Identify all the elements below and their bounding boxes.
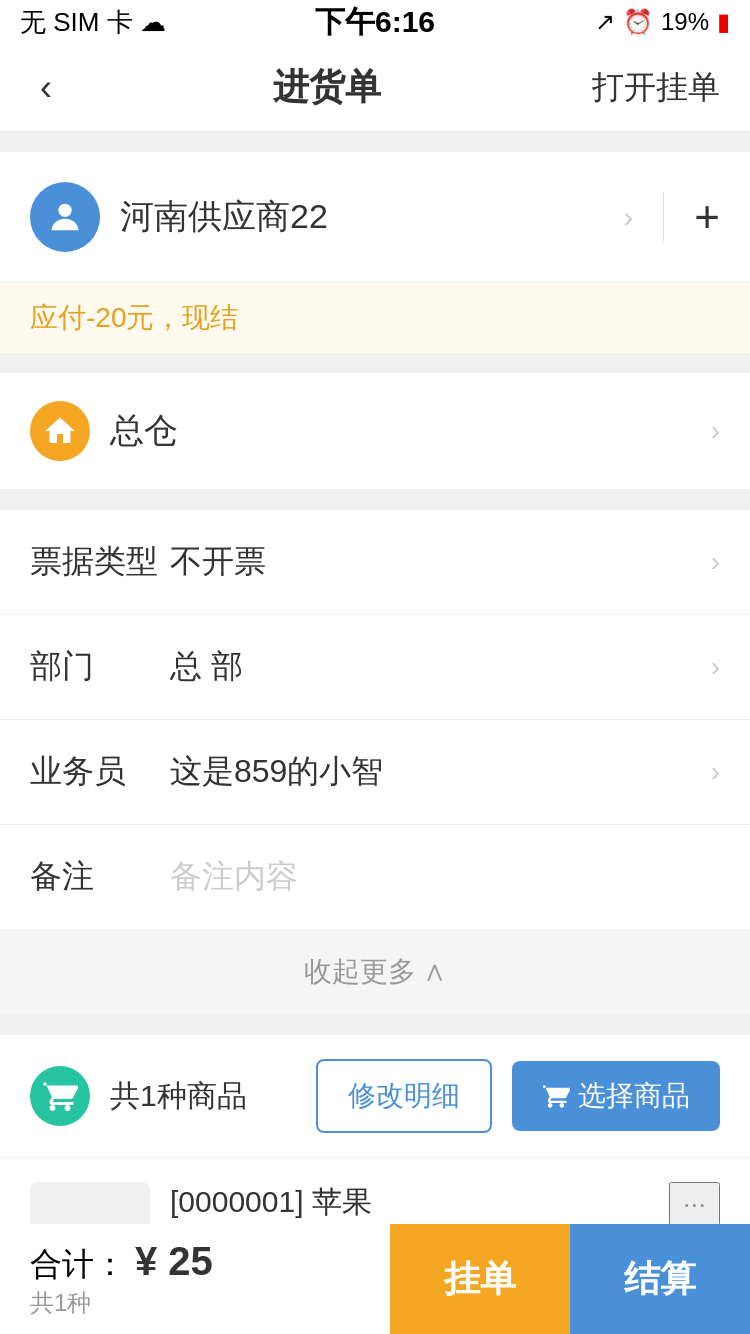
salesperson-label: 业务员: [30, 750, 170, 794]
total-label: 合计：: [30, 1246, 126, 1282]
gap-1: [0, 132, 750, 152]
supplier-name: 河南供应商22: [120, 194, 623, 240]
supplier-section: 河南供应商22 › + 应付-20元，现结: [0, 152, 750, 353]
salesperson-chevron-icon: ›: [711, 756, 720, 788]
total-row: 合计： ¥ 25: [30, 1239, 360, 1287]
cart-icon: [42, 1078, 78, 1114]
warehouse-section: 总仓 ›: [0, 373, 750, 489]
hang-button[interactable]: 挂单: [390, 1224, 570, 1334]
open-pending-button[interactable]: 打开挂单: [592, 66, 720, 110]
svg-point-0: [58, 204, 71, 217]
product-code: [0000001]: [170, 1185, 312, 1218]
form-section: 票据类型 不开票 › 部门 总 部 › 业务员 这是859的小智 › 备注 备注…: [0, 509, 750, 929]
status-time: 下午6:16: [315, 2, 435, 43]
notes-placeholder: 备注内容: [170, 855, 720, 899]
collapse-bar[interactable]: 收起更多 ∧: [0, 929, 750, 1015]
invoice-value: 不开票: [170, 540, 711, 584]
select-product-button[interactable]: 选择商品: [512, 1061, 720, 1131]
select-product-label: 选择商品: [578, 1077, 690, 1115]
supplier-avatar: [30, 182, 100, 252]
warehouse-row[interactable]: 总仓 ›: [0, 373, 750, 489]
total-section: 合计： ¥ 25 共1种: [0, 1224, 390, 1334]
product-more-button[interactable]: ···: [669, 1182, 720, 1226]
person-icon: [45, 197, 85, 237]
notes-label: 备注: [30, 855, 170, 899]
status-right: ↗ ⏰ 19% ▮: [595, 8, 730, 36]
product-header: 共1种商品 修改明细 选择商品: [0, 1035, 750, 1157]
warehouse-name: 总仓: [110, 408, 711, 454]
status-left: 无 SIM 卡 ☁: [20, 5, 166, 40]
product-count-icon: [30, 1066, 90, 1126]
edit-detail-button[interactable]: 修改明细: [316, 1059, 492, 1133]
alarm-icon: ⏰: [623, 8, 653, 36]
product-name: [0000001] 苹果: [170, 1182, 649, 1223]
info-banner: 应付-20元，现结: [0, 283, 750, 353]
gap-4: [0, 1015, 750, 1035]
gap-3: [0, 489, 750, 509]
supplier-chevron-icon: ›: [623, 200, 633, 234]
warehouse-chevron-icon: ›: [711, 415, 720, 447]
form-row-department[interactable]: 部门 总 部 ›: [0, 614, 750, 719]
form-row-notes[interactable]: 备注 备注内容: [0, 824, 750, 929]
department-chevron-icon: ›: [711, 651, 720, 683]
total-amount: ¥ 25: [135, 1239, 213, 1283]
divider: [663, 192, 664, 242]
invoice-label: 票据类型: [30, 540, 170, 584]
product-count-text: 共1种商品: [110, 1076, 296, 1117]
battery-level: 19%: [661, 8, 709, 36]
checkout-button[interactable]: 结算: [570, 1224, 750, 1334]
nav-bar: ‹ 进货单 打开挂单: [0, 44, 750, 132]
location-icon: ↗: [595, 8, 615, 36]
back-button[interactable]: ‹: [30, 57, 62, 119]
house-icon: [42, 413, 78, 449]
page-title: 进货单: [273, 63, 381, 112]
supplier-row[interactable]: 河南供应商22 › +: [0, 152, 750, 283]
gap-2: [0, 353, 750, 373]
product-title: 苹果: [312, 1185, 372, 1218]
select-cart-icon: [542, 1082, 570, 1110]
total-count: 共1种: [30, 1287, 360, 1319]
battery-icon: ▮: [717, 8, 730, 36]
form-row-salesperson[interactable]: 业务员 这是859的小智 ›: [0, 719, 750, 824]
status-bar: 无 SIM 卡 ☁ 下午6:16 ↗ ⏰ 19% ▮: [0, 0, 750, 44]
bottom-bar: 合计： ¥ 25 共1种 挂单 结算: [0, 1224, 750, 1334]
department-value: 总 部: [170, 645, 711, 689]
invoice-chevron-icon: ›: [711, 546, 720, 578]
sim-status: 无 SIM 卡 ☁: [20, 5, 166, 40]
department-label: 部门: [30, 645, 170, 689]
form-row-invoice[interactable]: 票据类型 不开票 ›: [0, 509, 750, 614]
warehouse-icon: [30, 401, 90, 461]
salesperson-value: 这是859的小智: [170, 750, 711, 794]
add-supplier-button[interactable]: +: [694, 195, 720, 239]
